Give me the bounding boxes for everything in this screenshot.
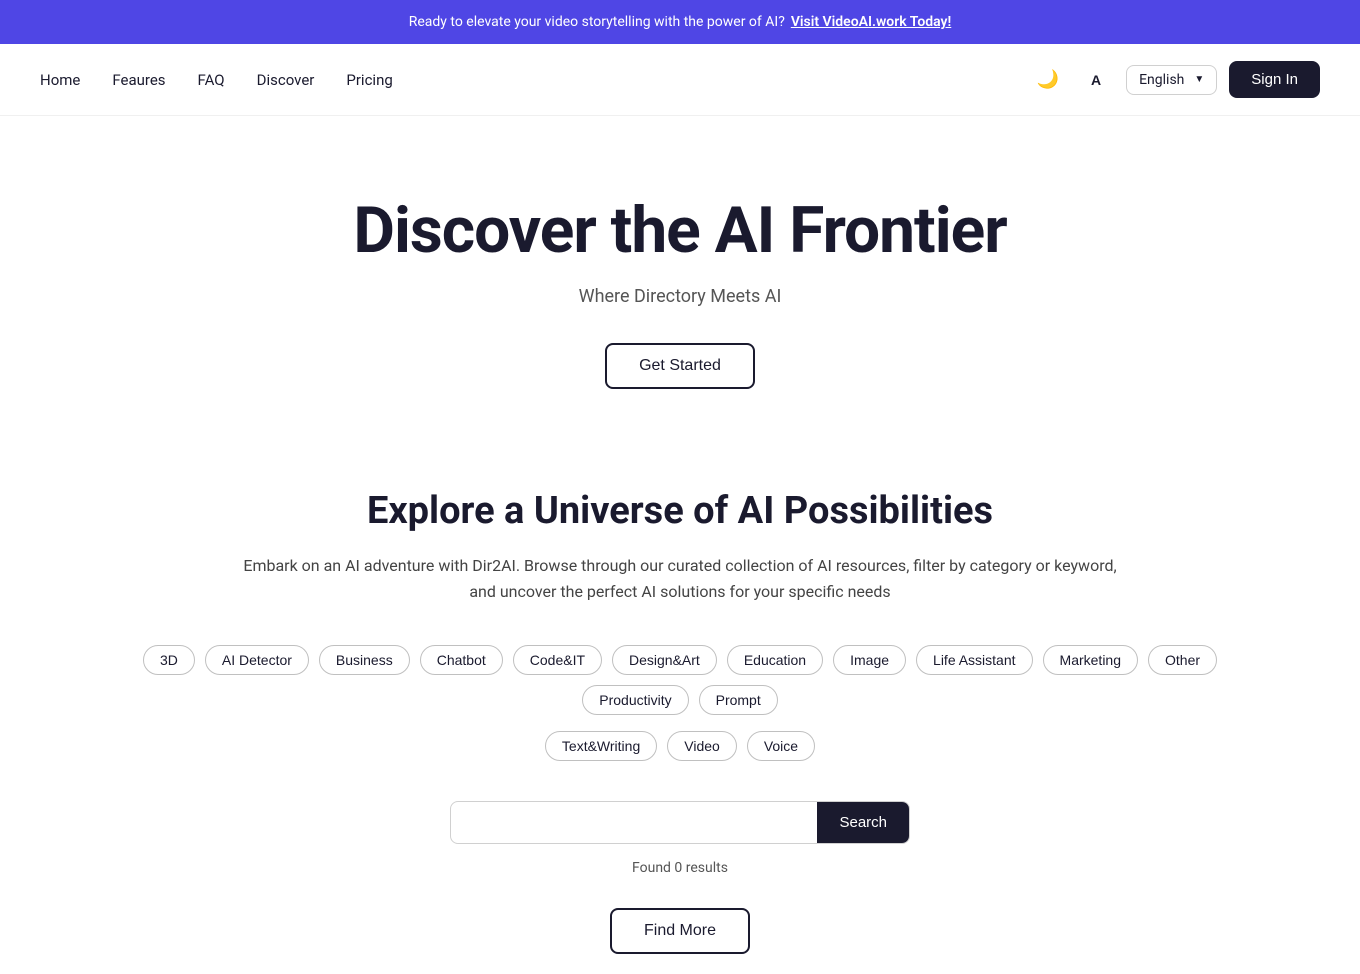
banner-link[interactable]: Visit VideoAI.work Today!	[791, 14, 951, 30]
dark-mode-toggle[interactable]: 🌙	[1030, 62, 1066, 98]
tag-image[interactable]: Image	[833, 645, 906, 675]
tag-code-it[interactable]: Code&IT	[513, 645, 602, 675]
tag-voice[interactable]: Voice	[747, 731, 815, 761]
search-input[interactable]	[451, 802, 817, 843]
find-more-section: Find More	[40, 908, 1320, 954]
navbar-links: Home Feaures FAQ Discover Pricing	[40, 71, 393, 89]
explore-section: Explore a Universe of AI Possibilities E…	[0, 429, 1360, 973]
tag-3d[interactable]: 3D	[143, 645, 195, 675]
tag-chatbot[interactable]: Chatbot	[420, 645, 503, 675]
tag-prompt[interactable]: Prompt	[699, 685, 778, 715]
translate-button[interactable]: A	[1078, 62, 1114, 98]
navbar: Home Feaures FAQ Discover Pricing 🌙 A En…	[0, 44, 1360, 116]
search-section: Search	[40, 801, 1320, 844]
hero-title: Discover the AI Frontier	[20, 196, 1340, 266]
nav-home[interactable]: Home	[40, 71, 80, 89]
top-banner: Ready to elevate your video storytelling…	[0, 0, 1360, 44]
results-text: Found 0 results	[40, 860, 1320, 876]
nav-pricing[interactable]: Pricing	[346, 71, 392, 89]
tag-other[interactable]: Other	[1148, 645, 1217, 675]
language-selector[interactable]: English ▼	[1126, 65, 1217, 95]
find-more-button[interactable]: Find More	[610, 908, 750, 954]
hero-subtitle: Where Directory Meets AI	[20, 286, 1340, 307]
moon-icon: 🌙	[1037, 69, 1059, 90]
category-tags-row1: 3D AI Detector Business Chatbot Code&IT …	[40, 645, 1320, 715]
get-started-button[interactable]: Get Started	[605, 343, 755, 389]
tag-text-writing[interactable]: Text&Writing	[545, 731, 657, 761]
category-tags-row2: Text&Writing Video Voice	[40, 731, 1320, 761]
tag-video[interactable]: Video	[667, 731, 737, 761]
search-button[interactable]: Search	[817, 802, 909, 843]
translate-icon: A	[1091, 72, 1101, 88]
language-label: English	[1139, 72, 1184, 88]
tag-design-art[interactable]: Design&Art	[612, 645, 717, 675]
nav-faq[interactable]: FAQ	[198, 71, 225, 89]
navbar-right: 🌙 A English ▼ Sign In	[1030, 61, 1320, 98]
sign-in-button[interactable]: Sign In	[1229, 61, 1320, 98]
nav-features[interactable]: Feaures	[112, 71, 165, 89]
tag-life-assistant[interactable]: Life Assistant	[916, 645, 1033, 675]
explore-description: Embark on an AI adventure with Dir2AI. B…	[230, 553, 1130, 604]
tag-education[interactable]: Education	[727, 645, 823, 675]
tag-ai-detector[interactable]: AI Detector	[205, 645, 309, 675]
search-container: Search	[450, 801, 910, 844]
banner-text: Ready to elevate your video storytelling…	[409, 14, 785, 30]
tag-productivity[interactable]: Productivity	[582, 685, 688, 715]
chevron-down-icon: ▼	[1194, 74, 1204, 85]
tag-marketing[interactable]: Marketing	[1043, 645, 1138, 675]
tag-business[interactable]: Business	[319, 645, 410, 675]
hero-section: Discover the AI Frontier Where Directory…	[0, 116, 1360, 429]
nav-discover[interactable]: Discover	[257, 71, 315, 89]
explore-title: Explore a Universe of AI Possibilities	[40, 489, 1320, 533]
